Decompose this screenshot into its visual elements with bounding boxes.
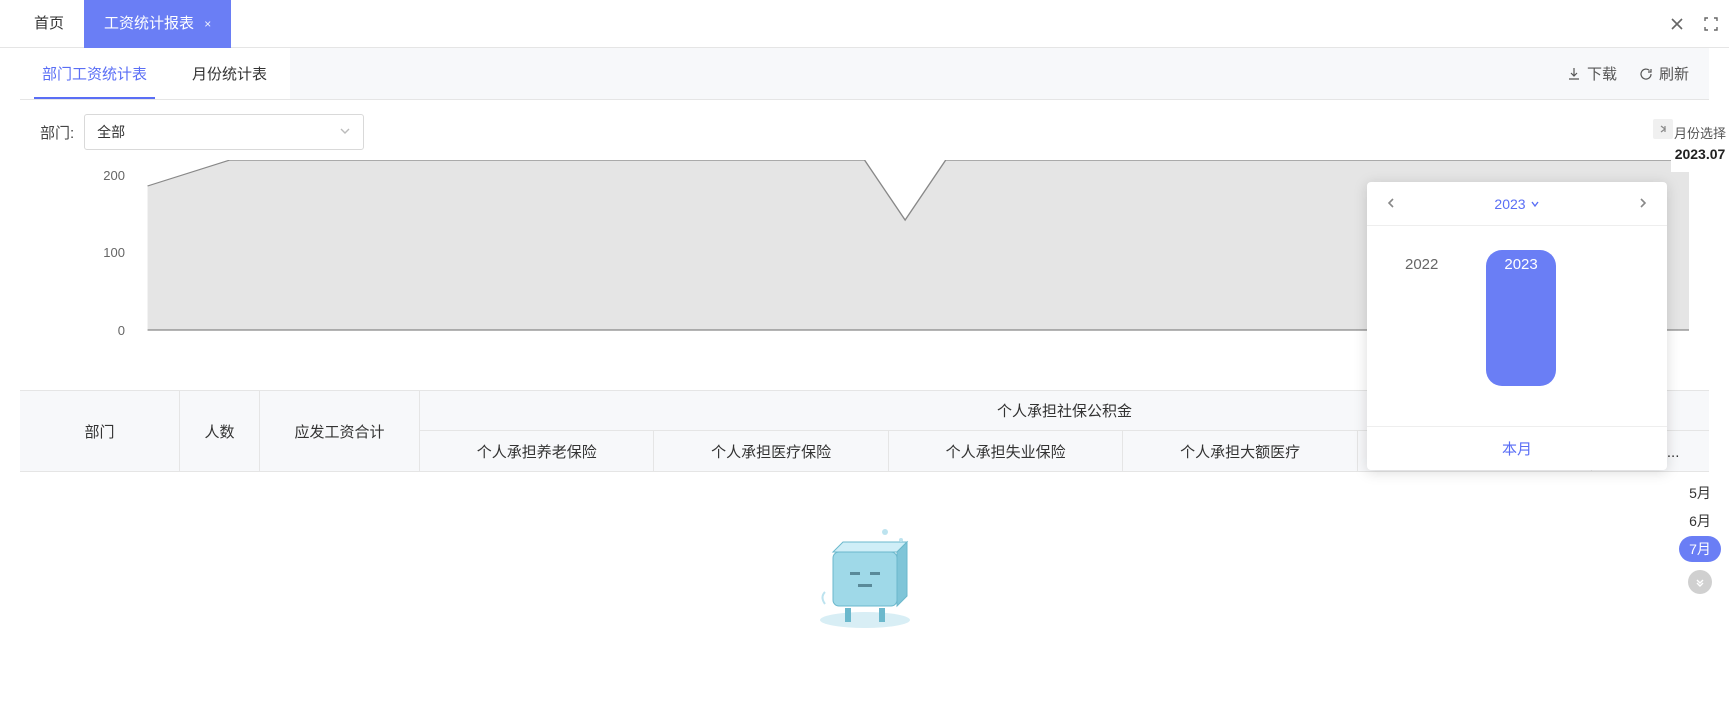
close-icon[interactable] — [1667, 14, 1687, 34]
month-6[interactable]: 6月 — [1679, 508, 1721, 534]
month-5[interactable]: 5月 — [1679, 480, 1721, 506]
fullscreen-icon[interactable] — [1701, 14, 1721, 34]
year-option-2022[interactable]: 2022 — [1387, 250, 1456, 386]
collapse-icon[interactable] — [1653, 119, 1673, 139]
ytick-100: 100 — [103, 245, 125, 260]
th-dept: 部门 — [20, 391, 180, 471]
tab-salary-report[interactable]: 工资统计报表 × — [84, 0, 231, 48]
dept-filter-label: 部门: — [40, 122, 74, 143]
ytick-0: 0 — [118, 323, 125, 338]
dept-select-value: 全部 — [97, 122, 125, 142]
close-icon[interactable]: × — [204, 17, 211, 31]
th-total: 应发工资合计 — [260, 391, 420, 471]
download-button[interactable]: 下载 — [1567, 63, 1617, 84]
chevron-down-icon — [339, 124, 351, 140]
tab-month-stats[interactable]: 月份统计表 — [170, 48, 290, 99]
chevron-down-icon — [1530, 199, 1540, 209]
year-current[interactable]: 2023 — [1494, 196, 1539, 212]
month-select-value[interactable]: 2023.07 — [1675, 146, 1726, 162]
scroll-down-icon[interactable] — [1688, 570, 1712, 594]
refresh-button[interactable]: 刷新 — [1639, 63, 1689, 84]
next-year-icon[interactable] — [1637, 193, 1649, 214]
year-current-label: 2023 — [1494, 196, 1525, 212]
tab-home[interactable]: 首页 — [14, 0, 84, 48]
th-medical: 个人承担医疗保险 — [654, 431, 888, 471]
empty-state — [20, 472, 1709, 672]
download-label: 下载 — [1587, 63, 1617, 84]
prev-year-icon[interactable] — [1385, 193, 1397, 214]
year-option-2023[interactable]: 2023 — [1486, 250, 1555, 386]
year-picker-popup: 2023 2022 2023 本月 — [1367, 182, 1667, 470]
month-7[interactable]: 7月 — [1679, 536, 1721, 562]
refresh-label: 刷新 — [1659, 63, 1689, 84]
ytick-200: 200 — [103, 168, 125, 183]
month-select-title: 月份选择 — [1674, 123, 1726, 142]
th-count: 人数 — [180, 391, 260, 471]
th-pension: 个人承担养老保险 — [420, 431, 654, 471]
tab-dept-stats[interactable]: 部门工资统计表 — [20, 48, 170, 99]
th-major-medical: 个人承担大额医疗 — [1123, 431, 1357, 471]
tab-salary-report-label: 工资统计报表 — [104, 15, 194, 32]
dept-select[interactable]: 全部 — [84, 114, 364, 150]
th-unemployment: 个人承担失业保险 — [889, 431, 1123, 471]
this-month-button[interactable]: 本月 — [1367, 426, 1667, 470]
